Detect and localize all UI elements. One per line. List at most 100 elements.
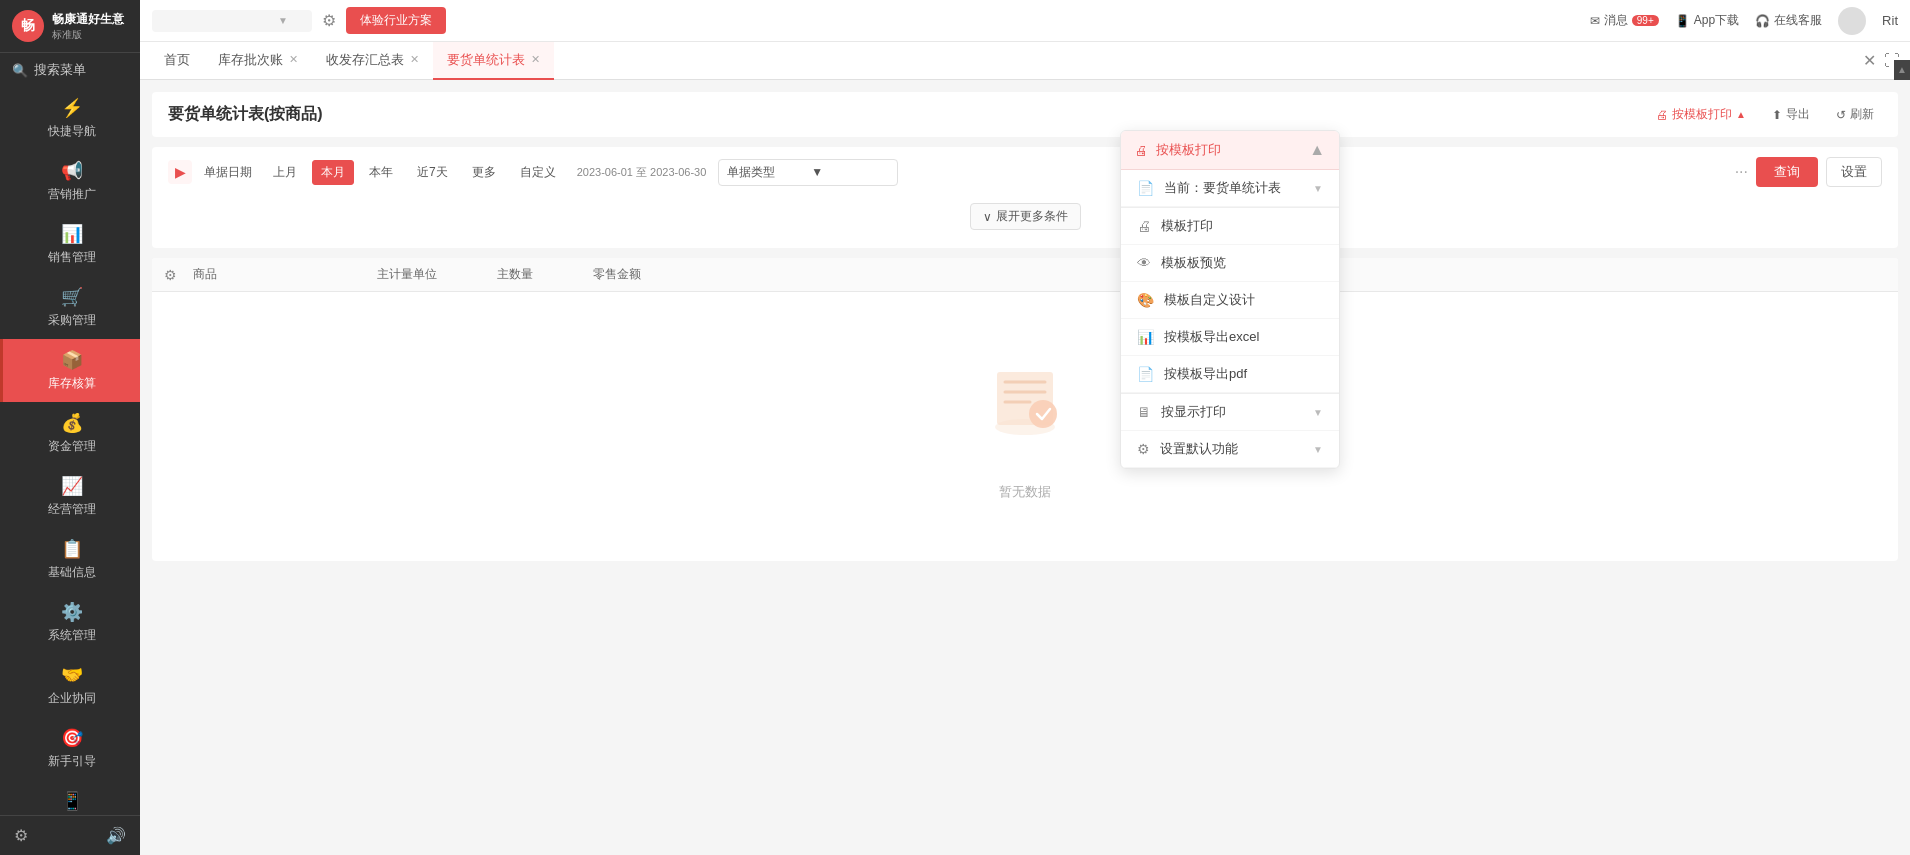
tab-inventory-batch-close[interactable]: ✕	[289, 53, 298, 66]
sidebar-item-label: 营销推广	[48, 186, 96, 203]
template-preview-label: 模板板预览	[1161, 254, 1226, 272]
current-template-icon: 📄	[1137, 180, 1154, 196]
tab-inventory-batch-label: 库存批次账	[218, 51, 283, 69]
date-btn-custom[interactable]: 自定义	[511, 160, 565, 185]
display-print-left: 🖥 按显示打印	[1137, 403, 1226, 421]
print-template-button[interactable]: 🖨 按模板打印 ▲	[1648, 102, 1754, 127]
print-dropdown-extra-section: 🖥 按显示打印 ▼ ⚙ 设置默认功能 ▼	[1121, 394, 1339, 468]
print-dropdown-close-btn[interactable]: ▲	[1309, 141, 1325, 159]
topbar-search-input[interactable]	[162, 14, 272, 28]
query-button[interactable]: 查询	[1756, 157, 1818, 187]
user-avatar[interactable]	[1838, 7, 1866, 35]
tab-receipt-summary-close[interactable]: ✕	[410, 53, 419, 66]
sidebar-item-system[interactable]: ⚙️ 系统管理	[0, 591, 140, 654]
sidebar-item-quick-nav[interactable]: ⚡ 快捷导航	[0, 87, 140, 150]
content-area: 要货单统计表(按商品) 🖨 按模板打印 ▲ ⬆ 导出 ↺ 刷新	[140, 80, 1910, 855]
search-menu[interactable]: 🔍 搜索菜单	[0, 53, 140, 87]
set-default-icon: ⚙	[1137, 441, 1150, 457]
export-pdf-icon: 📄	[1137, 366, 1154, 382]
display-print-icon: 🖥	[1137, 404, 1151, 420]
sidebar: 畅 畅康通好生意 标准版 🔍 搜索菜单 ⚡ 快捷导航 📢 营销推广 📊 销售管理…	[0, 0, 140, 855]
template-print-label: 模板打印	[1161, 217, 1213, 235]
trial-industry-button[interactable]: 体验行业方案	[346, 7, 446, 34]
date-btn-current-month[interactable]: 本月	[312, 160, 354, 185]
template-design-label: 模板自定义设计	[1164, 291, 1255, 309]
sidebar-item-inventory[interactable]: 📦 库存核算	[0, 339, 140, 402]
sidebar-item-label: 快捷导航	[48, 123, 96, 140]
online-service-item[interactable]: 🎧 在线客服	[1755, 12, 1822, 29]
expand-more-button[interactable]: ∨ 展开更多条件	[970, 203, 1081, 230]
table-area: ⚙ 商品 主计量单位 主数量 零售金额	[152, 258, 1898, 561]
date-btn-year[interactable]: 本年	[360, 160, 402, 185]
sidebar-item-app-center[interactable]: 📱 应用中心	[0, 780, 140, 815]
sidebar-item-basic-info[interactable]: 📋 基础信息	[0, 528, 140, 591]
sidebar-item-label: 经营管理	[48, 501, 96, 518]
sidebar-item-label: 库存核算	[48, 375, 96, 392]
sidebar-item-newbie[interactable]: 🎯 新手引导	[0, 717, 140, 780]
set-default-label: 设置默认功能	[1160, 440, 1238, 458]
date-range-display: 2023-06-01 至 2023-06-30	[577, 165, 707, 180]
doc-type-chevron-icon: ▼	[811, 165, 889, 179]
sidebar-item-purchase[interactable]: 🛒 采购管理	[0, 276, 140, 339]
tab-inventory-batch[interactable]: 库存批次账 ✕	[204, 42, 312, 80]
empty-state: 暂无数据	[152, 292, 1898, 561]
date-btn-more[interactable]: 更多	[463, 160, 505, 185]
display-print-label: 按显示打印	[1161, 403, 1226, 421]
finance-icon: 💰	[61, 412, 83, 434]
messages-item[interactable]: ✉ 消息 99+	[1590, 12, 1659, 29]
speaker-footer-icon[interactable]: 🔊	[106, 826, 126, 845]
export-excel-icon: 📊	[1137, 329, 1154, 345]
print-dropdown-current-section: 📄 当前：要货单统计表 ▼	[1121, 170, 1339, 208]
filter-row-1: ▶ 单据日期 上月 本月 本年 近7天 更多 自定义 2023-06-01 至 …	[168, 157, 1882, 187]
basic-info-icon: 📋	[61, 538, 83, 560]
print-dropdown-item-template-print[interactable]: 🖨 模板打印	[1121, 208, 1339, 245]
date-btn-7days[interactable]: 近7天	[408, 160, 457, 185]
filter-expand-button[interactable]: ▶	[168, 160, 192, 184]
export-label: 导出	[1786, 106, 1810, 123]
refresh-label: 刷新	[1850, 106, 1874, 123]
tabbar: 首页 库存批次账 ✕ 收发存汇总表 ✕ 要货单统计表 ✕ ✕ ⛶	[140, 42, 1910, 80]
tab-home[interactable]: 首页	[150, 42, 204, 80]
marketing-icon: 📢	[61, 160, 83, 182]
sidebar-item-marketing[interactable]: 📢 营销推广	[0, 150, 140, 213]
sidebar-item-operations[interactable]: 📈 经营管理	[0, 465, 140, 528]
sidebar-item-finance[interactable]: 💰 资金管理	[0, 402, 140, 465]
scroll-up-btn[interactable]: ▲	[1893, 60, 1910, 79]
messages-label: 消息	[1604, 12, 1628, 29]
print-dropdown-item-template-design[interactable]: 🎨 模板自定义设计	[1121, 282, 1339, 319]
table-settings-icon[interactable]: ⚙	[164, 267, 177, 283]
print-dropdown-item-template-preview[interactable]: 👁 模板板预览	[1121, 245, 1339, 282]
print-dropdown-item-display-print[interactable]: 🖥 按显示打印 ▼	[1121, 394, 1339, 431]
set-default-left: ⚙ 设置默认功能	[1137, 440, 1238, 458]
tab-order-stats[interactable]: 要货单统计表 ✕	[433, 42, 554, 80]
app-center-icon: 📱	[61, 790, 83, 812]
app-download-item[interactable]: 📱 App下载	[1675, 12, 1739, 29]
sidebar-item-sales[interactable]: 📊 销售管理	[0, 213, 140, 276]
print-dropdown-current-item[interactable]: 📄 当前：要货单统计表 ▼	[1121, 170, 1339, 207]
filter-more-icon[interactable]: ···	[1735, 163, 1748, 181]
expand-more-icon: ∨	[983, 210, 992, 224]
sidebar-item-enterprise[interactable]: 🤝 企业协同	[0, 654, 140, 717]
user-name: Rit	[1882, 13, 1898, 28]
settings-button[interactable]: 设置	[1826, 157, 1882, 187]
print-dropdown-item-set-default[interactable]: ⚙ 设置默认功能 ▼	[1121, 431, 1339, 468]
tab-receipt-summary[interactable]: 收发存汇总表 ✕	[312, 42, 433, 80]
topbar-settings-icon[interactable]: ⚙	[322, 11, 336, 30]
refresh-button[interactable]: ↺ 刷新	[1828, 102, 1882, 127]
purchase-icon: 🛒	[61, 286, 83, 308]
date-btn-prev-month[interactable]: 上月	[264, 160, 306, 185]
tab-order-stats-label: 要货单统计表	[447, 51, 525, 69]
settings-footer-icon[interactable]: ⚙	[14, 826, 28, 845]
sidebar-item-label: 企业协同	[48, 690, 96, 707]
search-input-wrapper: ▼	[152, 10, 312, 32]
tab-order-stats-close[interactable]: ✕	[531, 53, 540, 66]
print-dropdown-item-export-excel[interactable]: 📊 按模板导出excel	[1121, 319, 1339, 356]
doc-type-select[interactable]: 单据类型 ▼	[718, 159, 898, 186]
print-dropdown-item-export-pdf[interactable]: 📄 按模板导出pdf	[1121, 356, 1339, 393]
print-chevron-up-icon: ▲	[1736, 109, 1746, 120]
product-col-header: 商品	[193, 266, 217, 283]
close-window-btn[interactable]: ✕	[1863, 51, 1876, 70]
export-button[interactable]: ⬆ 导出	[1764, 102, 1818, 127]
export-excel-label: 按模板导出excel	[1164, 328, 1259, 346]
search-menu-label: 搜索菜单	[34, 61, 86, 79]
